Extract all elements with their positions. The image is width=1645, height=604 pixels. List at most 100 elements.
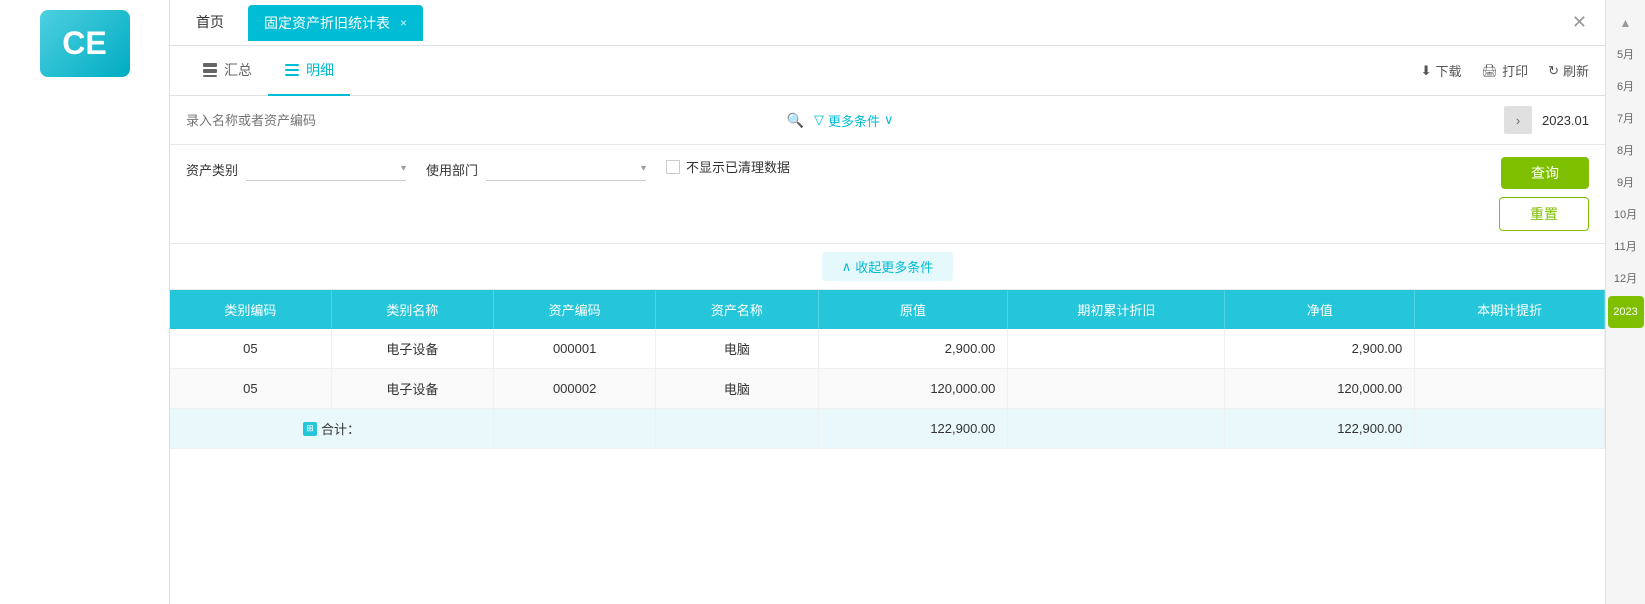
table-row: 05 电子设备 000001 电脑 2,900.00 2,900.00 <box>170 329 1605 369</box>
collapse-bar: ∧ 收起更多条件 <box>170 244 1605 290</box>
right-sidebar: ▲ 5月6月7月8月9月10月11月12月 2023 <box>1605 0 1645 604</box>
th-acc-dep: 期初累计折旧 <box>1008 290 1225 329</box>
asset-type-select-wrapper: ▾ <box>246 157 406 181</box>
cell-cat-code: 05 <box>170 369 331 409</box>
chevron-up-icon: ∧ <box>842 259 852 275</box>
filter-conditions: 资产类别 ▾ 使用部门 ▾ 不显示已清理数据 查询 重置 <box>170 145 1605 244</box>
logo: CE <box>40 10 130 77</box>
left-sidebar: CE <box>0 0 170 604</box>
total-icon: ⊞ <box>303 422 317 436</box>
th-asset-code: 资产编码 <box>494 290 656 329</box>
cell-asset-code: 000002 <box>494 369 656 409</box>
tab-bar-right: ✕ <box>1564 12 1595 33</box>
month-item[interactable]: 12月 <box>1608 262 1644 294</box>
dept-label: 使用部门 <box>426 160 478 179</box>
th-cat-code: 类别编码 <box>170 290 331 329</box>
cell-original: 120,000.00 <box>818 369 1008 409</box>
sub-tab-bar: 汇总 明细 ⬇ 下载 🖨 打印 ↻ 刷新 <box>170 46 1605 96</box>
cell-asset-name: 电脑 <box>656 329 818 369</box>
main-content: 首页 固定资产折旧统计表 × ✕ 汇总 <box>170 0 1605 604</box>
collapse-label: 收起更多条件 <box>855 257 933 276</box>
month-item[interactable]: 11月 <box>1608 230 1644 262</box>
scroll-up-btn[interactable]: ▲ <box>1608 10 1644 36</box>
cell-net-value: 2,900.00 <box>1225 329 1415 369</box>
more-conditions-label: 更多条件 <box>828 111 880 130</box>
dept-dropdown-icon: ▾ <box>641 163 646 174</box>
month-item[interactable]: 7月 <box>1608 102 1644 134</box>
toolbar-actions: ⬇ 下载 🖨 打印 ↻ 刷新 <box>1421 61 1589 80</box>
no-cleared-label: 不显示已清理数据 <box>686 157 790 176</box>
dept-group: 使用部门 ▾ <box>426 157 646 181</box>
cell-current-dep <box>1415 369 1605 409</box>
month-item[interactable]: 9月 <box>1608 166 1644 198</box>
list-icon <box>284 62 300 78</box>
cell-acc-dep <box>1008 329 1225 369</box>
cell-acc-dep <box>1008 369 1225 409</box>
asset-type-dropdown-icon: ▾ <box>401 163 406 174</box>
more-conditions-btn[interactable]: ▽ 更多条件 ∨ <box>814 111 894 130</box>
print-btn[interactable]: 🖨 打印 <box>1482 61 1529 80</box>
tab-close-btn[interactable]: × <box>400 16 407 30</box>
window-close-btn[interactable]: ✕ <box>1564 8 1595 36</box>
refresh-label: 刷新 <box>1563 61 1589 80</box>
query-btn[interactable]: 查询 <box>1501 157 1589 189</box>
cell-cat-code: 05 <box>170 329 331 369</box>
tab-bar: 首页 固定资产折旧统计表 × ✕ <box>170 0 1605 46</box>
total-original: 122,900.00 <box>818 409 1008 449</box>
chevron-down-icon: ∨ <box>884 112 894 128</box>
active-tab-label: 固定资产折旧统计表 <box>264 13 390 33</box>
layers-icon <box>202 62 218 78</box>
tab-detail-label: 明细 <box>306 60 334 80</box>
filter-icon: ▽ <box>814 112 824 128</box>
cell-cat-name: 电子设备 <box>331 329 493 369</box>
reset-btn[interactable]: 重置 <box>1499 197 1589 231</box>
date-display: 2023.01 <box>1542 113 1589 128</box>
collapse-btn[interactable]: ∧ 收起更多条件 <box>822 252 954 281</box>
cell-asset-code: 000001 <box>494 329 656 369</box>
nav-left-btn[interactable]: › <box>1504 106 1532 134</box>
cell-original: 2,900.00 <box>818 329 1008 369</box>
month-item[interactable]: 6月 <box>1608 70 1644 102</box>
refresh-btn[interactable]: ↻ 刷新 <box>1548 61 1589 80</box>
table-container: 类别编码 类别名称 资产编码 资产名称 原值 期初累计折旧 净值 本期计提折 0… <box>170 290 1605 604</box>
download-icon: ⬇ <box>1421 63 1432 79</box>
th-asset-name: 资产名称 <box>656 290 818 329</box>
month-item[interactable]: 10月 <box>1608 198 1644 230</box>
cell-asset-name: 电脑 <box>656 369 818 409</box>
th-original: 原值 <box>818 290 1008 329</box>
asset-type-group: 资产类别 ▾ <box>186 157 406 181</box>
print-label: 打印 <box>1502 61 1528 80</box>
print-icon: 🖨 <box>1482 63 1499 79</box>
search-bar: 🔍 ▽ 更多条件 ∨ › 2023.01 <box>170 96 1605 145</box>
cell-cat-name: 电子设备 <box>331 369 493 409</box>
table-header-row: 类别编码 类别名称 资产编码 资产名称 原值 期初累计折旧 净值 本期计提折 <box>170 290 1605 329</box>
tab-detail[interactable]: 明细 <box>268 46 350 96</box>
dept-input[interactable] <box>486 157 641 180</box>
cell-net-value: 120,000.00 <box>1225 369 1415 409</box>
th-net-value: 净值 <box>1225 290 1415 329</box>
month-item[interactable]: 5月 <box>1608 38 1644 70</box>
search-input[interactable] <box>186 113 777 128</box>
total-row: ⊞ 合计： 122,900.00 122,900.00 <box>170 409 1605 449</box>
year-item[interactable]: 2023 <box>1608 296 1644 328</box>
total-asset-code <box>494 409 656 449</box>
refresh-icon: ↻ <box>1548 63 1559 79</box>
active-tab[interactable]: 固定资产折旧统计表 × <box>248 5 423 41</box>
total-current-dep <box>1415 409 1605 449</box>
month-list: 5月6月7月8月9月10月11月12月 <box>1608 38 1644 294</box>
month-item[interactable]: 8月 <box>1608 134 1644 166</box>
search-icon: 🔍 <box>787 112 804 129</box>
th-current-dep: 本期计提折 <box>1415 290 1605 329</box>
no-cleared-checkbox[interactable] <box>666 160 680 174</box>
total-label-cell: ⊞ 合计： <box>170 409 494 449</box>
cell-current-dep <box>1415 329 1605 369</box>
asset-type-input[interactable] <box>246 157 401 180</box>
data-table: 类别编码 类别名称 资产编码 资产名称 原值 期初累计折旧 净值 本期计提折 0… <box>170 290 1605 449</box>
table-row: 05 电子设备 000002 电脑 120,000.00 120,000.00 <box>170 369 1605 409</box>
no-cleared-group: 不显示已清理数据 <box>666 157 790 176</box>
download-label: 下载 <box>1436 61 1462 80</box>
tab-summary-label: 汇总 <box>224 60 252 80</box>
download-btn[interactable]: ⬇ 下载 <box>1421 61 1462 80</box>
home-tab[interactable]: 首页 <box>180 0 240 46</box>
tab-summary[interactable]: 汇总 <box>186 46 268 96</box>
